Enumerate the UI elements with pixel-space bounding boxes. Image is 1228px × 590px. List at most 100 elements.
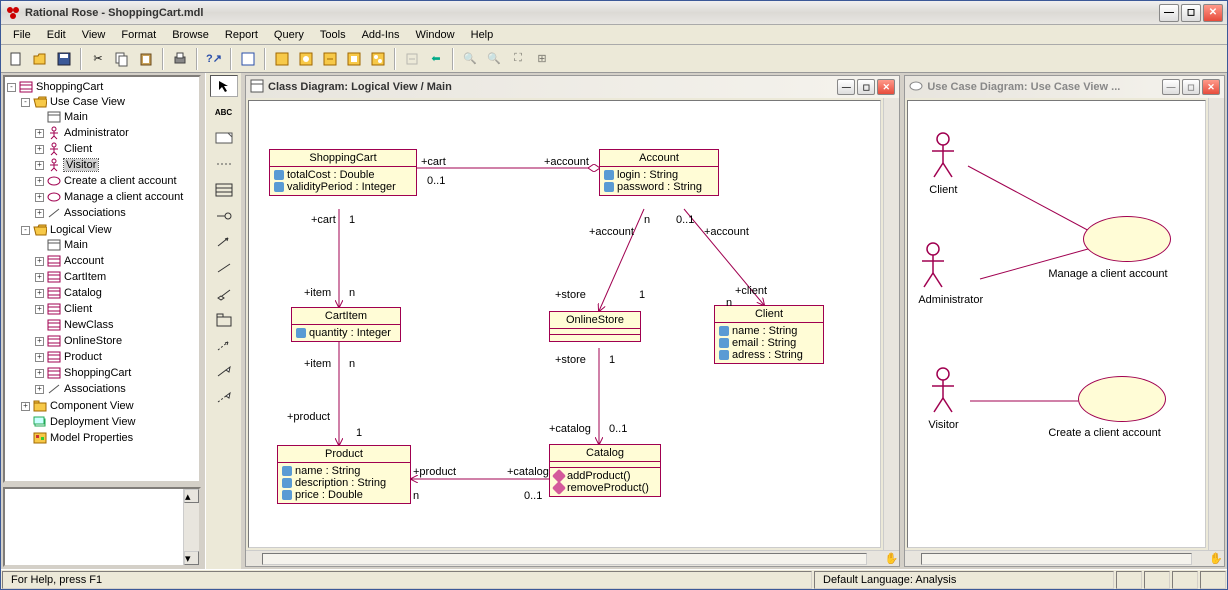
tree-item[interactable]: +Component View <box>21 399 197 413</box>
tree-expander[interactable]: + <box>35 257 44 266</box>
palette-class[interactable] <box>210 179 238 201</box>
usecase-manage[interactable] <box>1083 216 1171 262</box>
palette-dependency[interactable] <box>210 335 238 357</box>
tree-item[interactable]: Main <box>35 238 197 252</box>
usecase-diagram-titlebar[interactable]: Use Case Diagram: Use Case View ... — ◻ … <box>905 76 1224 98</box>
model-tree[interactable]: -ShoppingCart-Use Case View Main +Administ… <box>3 75 201 483</box>
tree-expander[interactable]: + <box>35 305 44 314</box>
menu-browse[interactable]: Browse <box>164 27 217 43</box>
tree-expander[interactable]: + <box>35 129 44 138</box>
palette-aggregation[interactable] <box>210 283 238 305</box>
menu-tools[interactable]: Tools <box>312 27 354 43</box>
tree-expander[interactable]: + <box>35 161 44 170</box>
palette-anchor[interactable] <box>210 153 238 175</box>
tree-item[interactable]: +Account <box>35 254 197 268</box>
palette-assoc[interactable] <box>210 257 238 279</box>
tb-btn-6[interactable] <box>401 48 423 70</box>
tree-item[interactable]: +Client <box>35 142 197 156</box>
menu-edit[interactable]: Edit <box>39 27 74 43</box>
back-button[interactable]: ⬅ <box>425 48 447 70</box>
tree-item[interactable]: +Associations <box>35 206 197 220</box>
tree-expander[interactable]: + <box>35 337 44 346</box>
cd-maximize-button[interactable]: ◻ <box>857 79 875 95</box>
tb-btn-7[interactable]: ⊞ <box>531 48 553 70</box>
maximize-button[interactable]: ◻ <box>1181 4 1201 22</box>
class-diagram-canvas[interactable]: ShoppingCart totalCost : Double validity… <box>248 100 881 548</box>
menu-query[interactable]: Query <box>266 27 312 43</box>
copy-button[interactable] <box>111 48 133 70</box>
uc-scrollbar-h[interactable]: ✋ <box>905 550 1224 566</box>
tree-item[interactable]: +Product <box>35 350 197 364</box>
menu-file[interactable]: File <box>5 27 39 43</box>
print-button[interactable] <box>169 48 191 70</box>
tree-expander[interactable]: + <box>35 193 44 202</box>
browse-class-button[interactable] <box>237 48 259 70</box>
palette-realize[interactable] <box>210 387 238 409</box>
menu-format[interactable]: Format <box>113 27 164 43</box>
close-button[interactable]: ✕ <box>1203 4 1223 22</box>
palette-uni-assoc[interactable] <box>210 231 238 253</box>
tree-expander[interactable]: + <box>35 289 44 298</box>
tree-expander[interactable]: + <box>35 177 44 186</box>
tb-btn-3[interactable] <box>319 48 341 70</box>
tree-item[interactable]: +Manage a client account <box>35 190 197 204</box>
palette-package[interactable] <box>210 309 238 331</box>
doc-scrollbar[interactable]: ▴ ▾ <box>183 489 199 565</box>
tree-expander[interactable]: - <box>21 98 30 107</box>
usecase-diagram-canvas[interactable]: Client Administrator Visitor Manage a cl… <box>907 100 1206 548</box>
cd-minimize-button[interactable]: — <box>837 79 855 95</box>
uc-minimize-button[interactable]: — <box>1162 79 1180 95</box>
uc-maximize-button[interactable]: ◻ <box>1182 79 1200 95</box>
class-catalog[interactable]: Catalog addProduct() removeProduct() <box>549 444 661 497</box>
tree-item[interactable]: +Create a client account <box>35 174 197 188</box>
tree-expander[interactable]: + <box>35 385 44 394</box>
tb-btn-1[interactable] <box>271 48 293 70</box>
class-product[interactable]: Product name : String description : Stri… <box>277 445 411 504</box>
cd-close-button[interactable]: ✕ <box>877 79 895 95</box>
tree-item[interactable]: -Use Case View <box>21 95 197 109</box>
tree-item[interactable]: Deployment View <box>21 415 197 429</box>
tree-expander[interactable]: + <box>21 402 30 411</box>
class-cartitem[interactable]: CartItem quantity : Integer <box>291 307 401 342</box>
documentation-pane[interactable]: ▴ ▾ <box>3 487 201 567</box>
tree-expander[interactable]: + <box>35 369 44 378</box>
menu-view[interactable]: View <box>74 27 114 43</box>
actor-visitor[interactable]: Visitor <box>928 366 958 431</box>
tree-expander[interactable]: + <box>35 353 44 362</box>
tree-expander[interactable]: + <box>35 273 44 282</box>
fit-window-button[interactable]: ⛶ <box>507 48 529 70</box>
cd-scrollbar-v[interactable] <box>883 98 899 550</box>
usecase-create[interactable] <box>1078 376 1166 422</box>
tree-expander[interactable]: - <box>7 83 16 92</box>
palette-pointer[interactable] <box>210 75 238 97</box>
uc-scrollbar-v[interactable] <box>1208 98 1224 550</box>
minimize-button[interactable]: — <box>1159 4 1179 22</box>
cd-scrollbar-h[interactable]: ✋ <box>246 550 899 566</box>
paste-button[interactable] <box>135 48 157 70</box>
menu-window[interactable]: Window <box>408 27 463 43</box>
help-icon-button[interactable]: ?↗ <box>203 48 225 70</box>
menu-addins[interactable]: Add-Ins <box>354 27 408 43</box>
tb-btn-5[interactable] <box>367 48 389 70</box>
tree-item[interactable]: +Administrator <box>35 126 197 140</box>
tree-item[interactable]: +Client <box>35 302 197 316</box>
class-diagram-titlebar[interactable]: Class Diagram: Logical View / Main — ◻ ✕ <box>246 76 899 98</box>
tree-item[interactable]: +Associations <box>35 382 197 396</box>
new-button[interactable] <box>5 48 27 70</box>
tree-item[interactable]: -ShoppingCart <box>7 80 197 94</box>
palette-generalization[interactable] <box>210 361 238 383</box>
tree-item[interactable]: +ShoppingCart <box>35 366 197 380</box>
class-shoppingcart[interactable]: ShoppingCart totalCost : Double validity… <box>269 149 417 196</box>
actor-client[interactable]: Client <box>928 131 958 196</box>
zoom-out-button[interactable]: 🔍 <box>483 48 505 70</box>
menu-help[interactable]: Help <box>463 27 502 43</box>
uc-close-button[interactable]: ✕ <box>1202 79 1220 95</box>
menu-report[interactable]: Report <box>217 27 266 43</box>
tree-item[interactable]: +Visitor <box>35 158 197 172</box>
class-client[interactable]: Client name : String email : String adre… <box>714 305 824 364</box>
tree-item[interactable]: +CartItem <box>35 270 197 284</box>
tree-item[interactable]: NewClass <box>35 318 197 332</box>
palette-note[interactable] <box>210 127 238 149</box>
tree-item[interactable]: +Catalog <box>35 286 197 300</box>
palette-interface[interactable] <box>210 205 238 227</box>
